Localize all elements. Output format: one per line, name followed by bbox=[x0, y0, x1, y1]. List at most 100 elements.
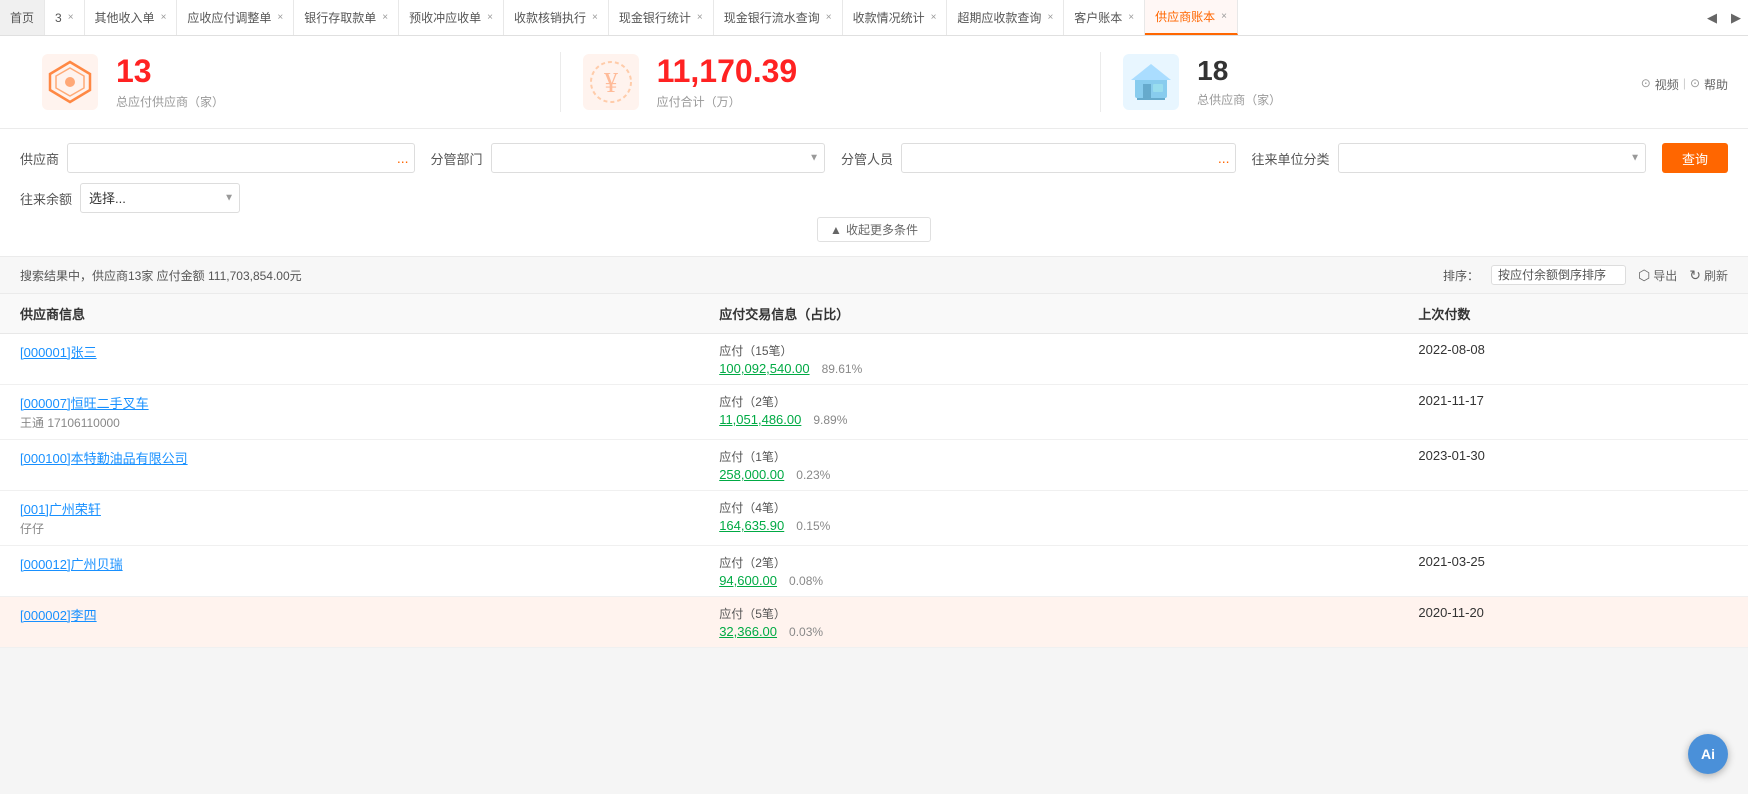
nav-tab-supplier-account[interactable]: 供应商账本× bbox=[1145, 0, 1238, 35]
circle-icon: ⊙ bbox=[1641, 76, 1651, 90]
amount-link[interactable]: 100,092,540.00 bbox=[719, 361, 809, 376]
table-row: [000002]李四应付（5笔）32,366.000.03%2020-11-20 bbox=[0, 597, 1748, 648]
ap-info-cell: 应付（15笔）100,092,540.0089.61% bbox=[699, 334, 1398, 385]
nav-tab-tab3[interactable]: 3× bbox=[45, 0, 85, 35]
nav-tab-close-overdue-query[interactable]: × bbox=[1047, 12, 1053, 23]
tx-percent: 0.03% bbox=[789, 625, 823, 639]
nav-tab-close-ap-adjustment[interactable]: × bbox=[277, 12, 283, 23]
supplier-link[interactable]: [000100]本特勤油品有限公司 bbox=[20, 451, 188, 466]
nav-tab-close-cash-bank-stats[interactable]: × bbox=[697, 12, 703, 23]
nav-tab-close-tab3[interactable]: × bbox=[68, 12, 74, 23]
collapse-row: ▲ 收起更多条件 bbox=[20, 213, 1728, 246]
collapse-button[interactable]: ▲ 收起更多条件 bbox=[817, 217, 931, 242]
collapse-arrow-icon: ▲ bbox=[830, 223, 842, 237]
ai-label: Ai bbox=[1701, 746, 1715, 762]
dept-select-wrapper: ▼ bbox=[491, 143, 825, 173]
nav-tab-close-collection-stats[interactable]: × bbox=[931, 12, 937, 23]
last-payment-date: 2023-01-30 bbox=[1398, 440, 1748, 491]
ap-total-icon: ¥ bbox=[581, 52, 641, 112]
export-button[interactable]: ⬡ 导出 bbox=[1638, 267, 1677, 284]
nav-tab-close-cash-bank-flow[interactable]: × bbox=[826, 12, 832, 23]
category-select[interactable] bbox=[1338, 143, 1646, 173]
person-input[interactable] bbox=[901, 143, 1235, 173]
summary-card-ap-total: ¥ 11,170.39 应付合计（万） bbox=[561, 52, 1102, 112]
supplier-label: 供应商 bbox=[20, 149, 59, 168]
nav-tab-close-collection-verify[interactable]: × bbox=[592, 12, 598, 23]
category-field: 往来单位分类 ▼ bbox=[1252, 143, 1647, 173]
amount-link[interactable]: 164,635.90 bbox=[719, 518, 784, 533]
search-row-1: 供应商 ... 分管部门 ▼ 分管人员 ... bbox=[20, 143, 1728, 173]
supplier-count-icon bbox=[40, 52, 100, 112]
amount-link[interactable]: 94,600.00 bbox=[719, 573, 777, 588]
amount-row: 164,635.900.15% bbox=[719, 518, 1378, 533]
nav-tab-overdue-query[interactable]: 超期应收款查询× bbox=[947, 0, 1064, 35]
tx-percent: 89.61% bbox=[822, 362, 863, 376]
tx-label: 应付（1笔） bbox=[719, 448, 1378, 465]
supplier-info-cell: [000002]李四 bbox=[0, 597, 699, 648]
supplier-link[interactable]: [000012]广州贝瑞 bbox=[20, 557, 123, 572]
amount-row: 100,092,540.00 89.61% bbox=[719, 361, 1378, 376]
last-payment-date: 2021-11-17 bbox=[1398, 385, 1748, 440]
supplier-count-number: 13 bbox=[116, 54, 540, 89]
nav-next-arrow[interactable]: ▶ bbox=[1724, 0, 1748, 35]
nav-tab-ap-adjustment[interactable]: 应收应付调整单× bbox=[177, 0, 294, 35]
nav-tab-close-bank-deposit[interactable]: × bbox=[382, 12, 388, 23]
supplier-input[interactable] bbox=[67, 143, 414, 173]
circle-icon2: ⊙ bbox=[1690, 76, 1700, 90]
table-row: [000007]恒旺二手叉车王通 17106110000应付（2笔）11,051… bbox=[0, 385, 1748, 440]
supplier-link[interactable]: [000002]李四 bbox=[20, 608, 97, 623]
table-row: [000100]本特勤油品有限公司应付（1笔）258,000.000.23%20… bbox=[0, 440, 1748, 491]
balance-label: 往来余额 bbox=[20, 189, 72, 208]
nav-tab-customer-account[interactable]: 客户账本× bbox=[1064, 0, 1145, 35]
summary-card2-text: 11,170.39 应付合计（万） bbox=[657, 54, 1081, 110]
sort-select[interactable]: 按应付余额倒序排序 bbox=[1491, 265, 1626, 285]
nav-prev-arrow[interactable]: ◀ bbox=[1700, 0, 1724, 35]
nav-tab-close-other-income[interactable]: × bbox=[161, 12, 167, 23]
nav-tab-close-supplier-account[interactable]: × bbox=[1221, 11, 1227, 22]
nav-tab-cash-bank-flow[interactable]: 现金银行流水查询× bbox=[714, 0, 843, 35]
th-supplier-info: 供应商信息 bbox=[0, 294, 699, 334]
refresh-icon: ↻ bbox=[1689, 267, 1701, 284]
supplier-link[interactable]: [000007]恒旺二手叉车 bbox=[20, 396, 149, 411]
supplier-link[interactable]: [000001]张三 bbox=[20, 345, 97, 360]
person-dots-icon[interactable]: ... bbox=[1218, 150, 1230, 166]
export-icon: ⬡ bbox=[1638, 267, 1650, 284]
total-supplier-number: 18 bbox=[1197, 56, 1621, 87]
supplier-link[interactable]: [001]广州荣轩 bbox=[20, 502, 101, 517]
refresh-button[interactable]: ↻ 刷新 bbox=[1689, 267, 1728, 284]
nav-tab-prepayment[interactable]: 预收冲应收单× bbox=[399, 0, 504, 35]
search-section: 供应商 ... 分管部门 ▼ 分管人员 ... bbox=[0, 129, 1748, 257]
nav-tab-cash-bank-stats[interactable]: 现金银行统计× bbox=[609, 0, 714, 35]
ap-total-number: 11,170.39 bbox=[657, 54, 1081, 89]
supplier-sub-info: 王通 17106110000 bbox=[20, 414, 679, 431]
nav-tab-collection-stats[interactable]: 收款情况统计× bbox=[843, 0, 948, 35]
summary-card3-text: 18 总供应商（家） bbox=[1197, 56, 1621, 108]
balance-select[interactable]: 选择... bbox=[80, 183, 240, 213]
nav-tab-close-customer-account[interactable]: × bbox=[1128, 12, 1134, 23]
amount-link[interactable]: 258,000.00 bbox=[719, 467, 784, 482]
tx-percent: 9.89% bbox=[813, 413, 847, 427]
video-link[interactable]: 视频 bbox=[1655, 76, 1679, 93]
export-label: 导出 bbox=[1653, 267, 1677, 284]
help-link[interactable]: 帮助 bbox=[1704, 76, 1728, 93]
table-row: [000012]广州贝瑞应付（2笔）94,600.000.08%2021-03-… bbox=[0, 546, 1748, 597]
last-payment-date bbox=[1398, 491, 1748, 546]
nav-tab-close-prepayment[interactable]: × bbox=[487, 12, 493, 23]
nav-tab-home[interactable]: 首页 bbox=[0, 0, 45, 35]
th-last-payment: 上次付数 bbox=[1398, 294, 1748, 334]
amount-link[interactable]: 11,051,486.00 bbox=[719, 412, 801, 427]
last-payment-date: 2020-11-20 bbox=[1398, 597, 1748, 648]
ap-info-cell: 应付（5笔）32,366.000.03% bbox=[699, 597, 1398, 648]
divider: | bbox=[1683, 76, 1686, 90]
ap-total-label: 应付合计（万） bbox=[657, 93, 1081, 110]
ai-badge[interactable]: Ai bbox=[1688, 734, 1728, 774]
result-actions: 排序： 按应付余额倒序排序 ⬡ 导出 ↻ 刷新 bbox=[1443, 265, 1728, 285]
dept-select[interactable] bbox=[491, 143, 825, 173]
amount-link[interactable]: 32,366.00 bbox=[719, 624, 777, 639]
nav-tab-other-income[interactable]: 其他收入单× bbox=[85, 0, 178, 35]
person-label: 分管人员 bbox=[841, 149, 893, 168]
search-button[interactable]: 查询 bbox=[1662, 143, 1728, 173]
supplier-dots-icon[interactable]: ... bbox=[397, 150, 409, 166]
nav-tab-collection-verify[interactable]: 收款核销执行× bbox=[504, 0, 609, 35]
nav-tab-bank-deposit[interactable]: 银行存取款单× bbox=[294, 0, 399, 35]
